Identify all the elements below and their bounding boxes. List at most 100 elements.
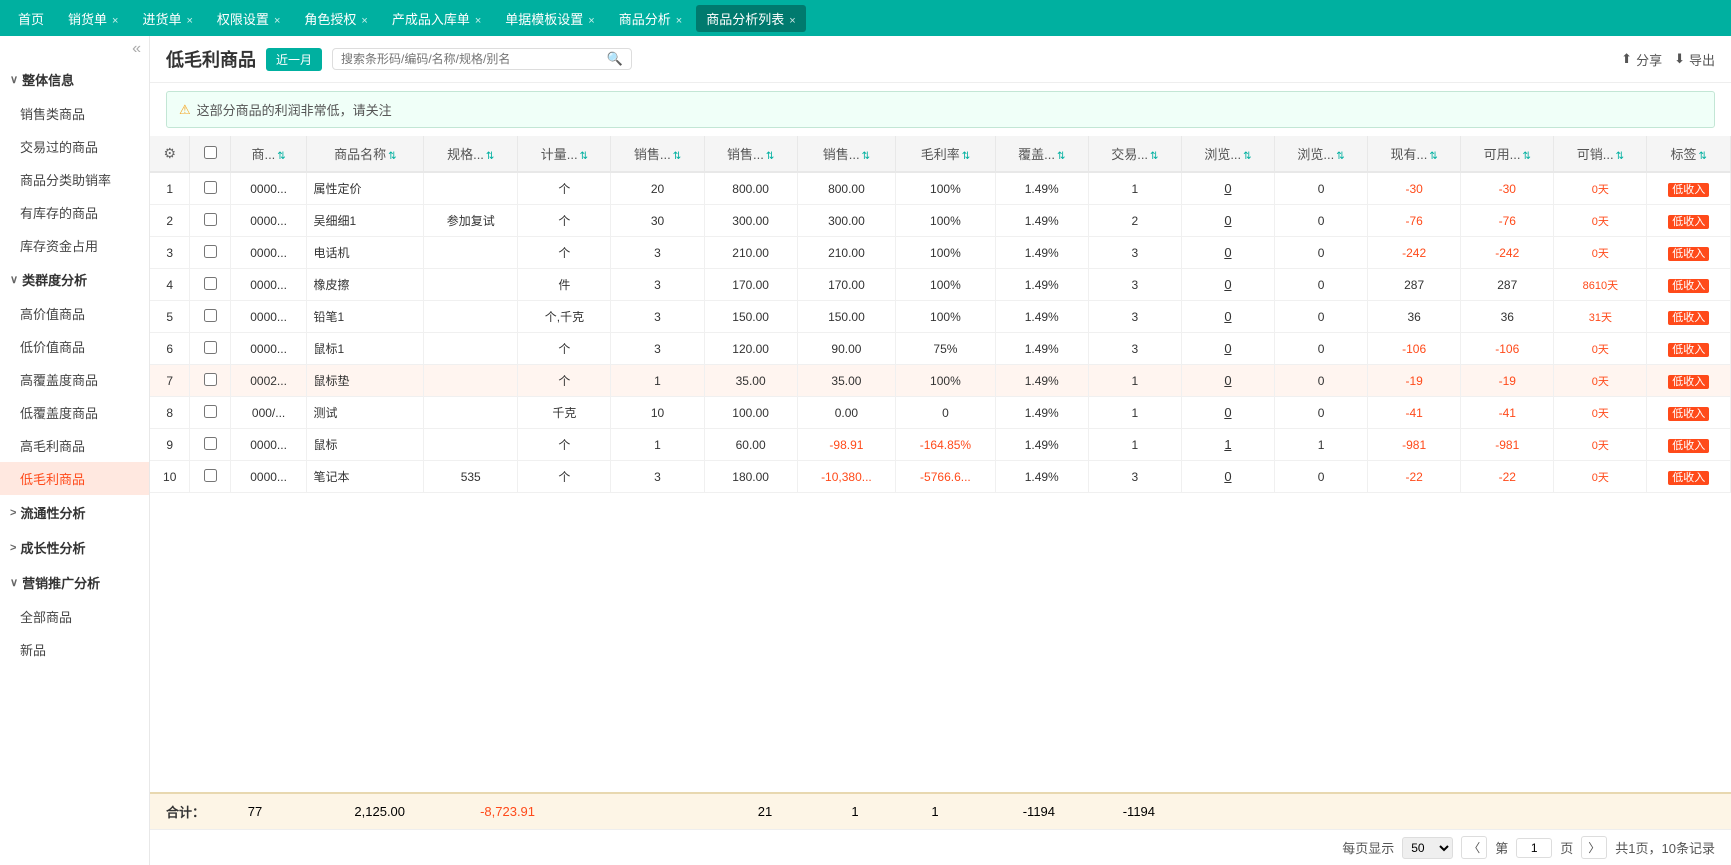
sidebar-item-全部商品[interactable]: 全部商品 [0, 600, 149, 633]
col-header-sales_amount[interactable]: 销售...⇅ [797, 136, 895, 172]
sort-icon[interactable]: ⇅ [766, 151, 774, 162]
col-header-settings[interactable]: ⚙ [150, 136, 190, 172]
sort-icon[interactable]: ⇅ [1616, 151, 1624, 162]
nav-close-icon[interactable]: × [361, 15, 367, 27]
browse1-link[interactable]: 0 [1224, 213, 1231, 228]
nav-item-商品分析[interactable]: 商品分析× [609, 5, 692, 32]
sort-icon[interactable]: ⇅ [1522, 151, 1530, 162]
browse1-link[interactable]: 0 [1224, 373, 1231, 388]
nav-close-icon[interactable]: × [676, 15, 682, 27]
settings-icon[interactable]: ⚙ [163, 145, 176, 161]
page-size-select[interactable]: 50 100 200 [1402, 837, 1453, 859]
sidebar-item-新品[interactable]: 新品 [0, 633, 149, 666]
row-browse1[interactable]: 0 [1181, 333, 1274, 365]
col-header-tag[interactable]: 标签⇅ [1647, 136, 1731, 172]
browse1-link[interactable]: 1 [1224, 437, 1231, 452]
select-all-checkbox[interactable] [204, 146, 217, 159]
row-browse1[interactable]: 0 [1181, 205, 1274, 237]
nav-close-icon[interactable]: × [186, 15, 192, 27]
search-input[interactable] [341, 52, 607, 66]
nav-item-权限设置[interactable]: 权限设置× [207, 5, 290, 32]
nav-item-商品分析列表[interactable]: 商品分析列表× [696, 5, 805, 32]
browse1-link[interactable]: 0 [1224, 309, 1231, 324]
nav-close-icon[interactable]: × [475, 15, 481, 27]
col-header-checkbox[interactable] [190, 136, 230, 172]
sort-icon[interactable]: ⇅ [962, 151, 970, 162]
col-header-sellable[interactable]: 可销...⇅ [1554, 136, 1647, 172]
sidebar-item-库存资金占用[interactable]: 库存资金占用 [0, 229, 149, 262]
row-checkbox[interactable] [204, 469, 217, 482]
col-header-transaction[interactable]: 交易...⇅ [1088, 136, 1181, 172]
share-btn[interactable]: ⬆ 分享 [1621, 50, 1662, 69]
sidebar-item-高覆盖度商品[interactable]: 高覆盖度商品 [0, 363, 149, 396]
sort-icon[interactable]: ⇅ [673, 151, 681, 162]
sort-icon[interactable]: ⇅ [486, 151, 494, 162]
col-header-unit[interactable]: 计量...⇅ [518, 136, 611, 172]
row-checkbox[interactable] [204, 405, 217, 418]
row-checkbox[interactable] [204, 373, 217, 386]
sidebar-item-有库存的商品[interactable]: 有库存的商品 [0, 196, 149, 229]
row-browse1[interactable]: 0 [1181, 301, 1274, 333]
nav-close-icon[interactable]: × [112, 15, 118, 27]
row-browse1[interactable]: 1 [1181, 429, 1274, 461]
row-checkbox[interactable] [204, 341, 217, 354]
nav-item-进货单[interactable]: 进货单× [132, 5, 202, 32]
sidebar-group-营销推广分析[interactable]: ∨营销推广分析 [0, 565, 149, 600]
sidebar-item-低价值商品[interactable]: 低价值商品 [0, 330, 149, 363]
sidebar-item-低毛利商品[interactable]: 低毛利商品 [0, 462, 149, 495]
col-header-browse1[interactable]: 浏览...⇅ [1181, 136, 1274, 172]
sidebar-group-流通性分析[interactable]: >流通性分析 [0, 495, 149, 530]
sidebar-item-高价值商品[interactable]: 高价值商品 [0, 297, 149, 330]
page-number-input[interactable] [1516, 838, 1552, 858]
sort-icon[interactable]: ⇅ [277, 151, 285, 162]
sidebar-item-销售类商品[interactable]: 销售类商品 [0, 97, 149, 130]
row-browse1[interactable]: 0 [1181, 172, 1274, 205]
row-checkbox[interactable] [204, 437, 217, 450]
col-header-margin[interactable]: 毛利率⇅ [896, 136, 996, 172]
col-header-browse2[interactable]: 浏览...⇅ [1274, 136, 1367, 172]
row-checkbox[interactable] [204, 277, 217, 290]
row-browse1[interactable]: 0 [1181, 269, 1274, 301]
prev-page-btn[interactable]: 〈 [1461, 836, 1487, 859]
sidebar-item-低覆盖度商品[interactable]: 低覆盖度商品 [0, 396, 149, 429]
search-icon[interactable]: 🔍 [607, 51, 623, 67]
sort-icon[interactable]: ⇅ [1150, 151, 1158, 162]
sidebar-collapse-btn[interactable]: « [0, 36, 149, 62]
sort-icon[interactable]: ⇅ [1699, 151, 1707, 162]
browse1-link[interactable]: 0 [1224, 469, 1231, 484]
nav-item-产成品入库单[interactable]: 产成品入库单× [382, 5, 491, 32]
sidebar-group-类群度分析[interactable]: ∨类群度分析 [0, 262, 149, 297]
col-header-spec[interactable]: 规格...⇅ [424, 136, 518, 172]
nav-item-销货单[interactable]: 销货单× [58, 5, 128, 32]
col-header-available[interactable]: 可用...⇅ [1461, 136, 1554, 172]
row-browse1[interactable]: 0 [1181, 461, 1274, 493]
sort-icon[interactable]: ⇅ [1429, 151, 1437, 162]
nav-item-角色授权[interactable]: 角色授权× [294, 5, 377, 32]
col-header-name[interactable]: 商品名称⇅ [307, 136, 424, 172]
nav-close-icon[interactable]: × [274, 15, 280, 27]
row-checkbox[interactable] [204, 309, 217, 322]
sort-icon[interactable]: ⇅ [1243, 151, 1251, 162]
sort-icon[interactable]: ⇅ [388, 151, 396, 162]
row-checkbox[interactable] [204, 213, 217, 226]
col-header-coverage[interactable]: 覆盖...⇅ [995, 136, 1088, 172]
nav-close-icon[interactable]: × [588, 15, 594, 27]
row-browse1[interactable]: 0 [1181, 237, 1274, 269]
nav-close-icon[interactable]: × [789, 15, 795, 27]
sidebar-group-成长性分析[interactable]: >成长性分析 [0, 530, 149, 565]
nav-item-首页[interactable]: 首页 [8, 5, 54, 32]
export-btn[interactable]: ⬇ 导出 [1674, 50, 1715, 69]
sidebar-group-整体信息[interactable]: ∨整体信息 [0, 62, 149, 97]
col-header-code[interactable]: 商...⇅ [230, 136, 307, 172]
browse1-link[interactable]: 0 [1224, 341, 1231, 356]
browse1-link[interactable]: 0 [1224, 405, 1231, 420]
row-browse1[interactable]: 0 [1181, 397, 1274, 429]
browse1-link[interactable]: 0 [1224, 181, 1231, 196]
nav-item-单据模板设置[interactable]: 单据模板设置× [495, 5, 604, 32]
row-checkbox[interactable] [204, 181, 217, 194]
sort-icon[interactable]: ⇅ [580, 151, 588, 162]
sidebar-item-高毛利商品[interactable]: 高毛利商品 [0, 429, 149, 462]
col-header-sales_qty[interactable]: 销售...⇅ [611, 136, 704, 172]
row-browse1[interactable]: 0 [1181, 365, 1274, 397]
next-page-btn[interactable]: 〉 [1581, 836, 1607, 859]
